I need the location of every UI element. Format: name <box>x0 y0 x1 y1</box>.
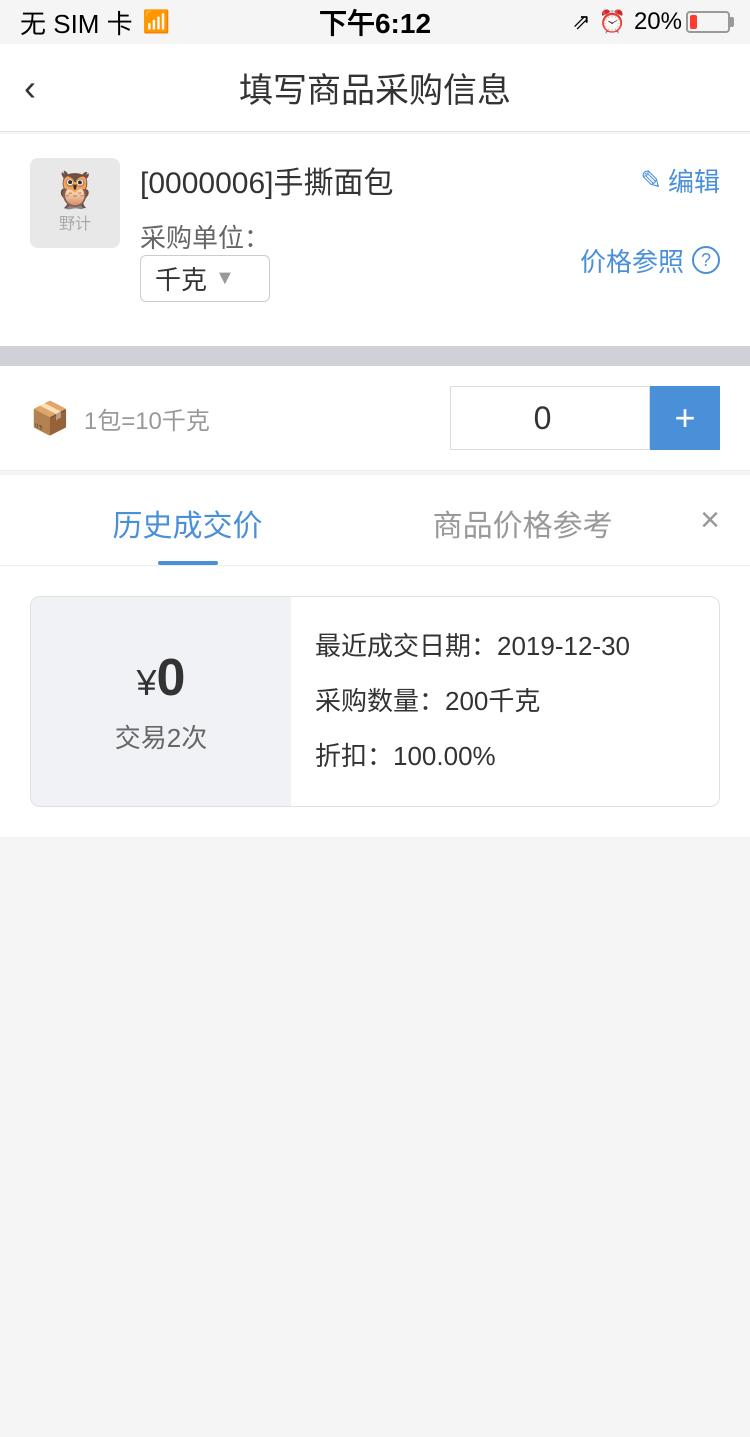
edit-button[interactable]: ✎ 编辑 <box>640 162 720 199</box>
tab-history-label: 历史成交价 <box>113 510 263 543</box>
tab-price-ref[interactable]: 商品价格参考 <box>355 475 690 565</box>
unit-select[interactable]: 千克 ▼ <box>140 255 270 302</box>
tab-price-ref-label: 商品价格参考 <box>433 510 613 543</box>
price-value: 0 <box>157 649 186 707</box>
qty-input[interactable] <box>450 386 650 450</box>
tab-header: 历史成交价 商品价格参考 × <box>0 475 750 566</box>
history-content: ¥0 交易2次 最近成交日期：2019-12-30 采购数量：200千克 折扣：… <box>0 566 750 837</box>
section-divider <box>0 346 750 366</box>
product-name-row: [0000006]手撕面包 ✎ 编辑 <box>140 158 720 202</box>
carrier-text: 无 SIM 卡 <box>20 4 133 41</box>
edit-label: 编辑 <box>668 162 720 199</box>
qty-row: 采购数量：200千克 <box>315 682 695 721</box>
product-name: [0000006]手撕面包 <box>140 158 393 202</box>
status-right: ⇗ ⏰ 20% <box>572 8 730 36</box>
card-price: ¥0 <box>137 648 186 708</box>
recent-date-label: 最近成交日期： <box>315 631 497 661</box>
price-ref-label: 价格参照 <box>580 242 684 279</box>
product-info: [0000006]手撕面包 ✎ 编辑 采购单位： 千克 ▼ 价格参照 ? <box>140 158 720 302</box>
qty-detail-label: 采购数量： <box>315 686 445 716</box>
location-icon: ⇗ <box>572 9 590 35</box>
unit-label: 采购单位： <box>140 223 270 253</box>
qty-detail-value: 200千克 <box>445 686 540 716</box>
main-content <box>0 837 750 1437</box>
product-section: 🦉 野计 [0000006]手撕面包 ✎ 编辑 采购单位： 千克 <box>0 134 750 346</box>
discount-row: 折扣：100.00% <box>315 737 695 776</box>
battery-fill <box>690 15 697 29</box>
price-ref-help-icon: ? <box>692 246 720 274</box>
card-right: 最近成交日期：2019-12-30 采购数量：200千克 折扣：100.00% <box>291 597 719 806</box>
product-logo-text: 野计 <box>59 210 91 234</box>
page-title: 填写商品采购信息 <box>239 63 511 112</box>
product-title: 手撕面包 <box>273 167 393 200</box>
discount-label: 折扣： <box>315 741 393 771</box>
chevron-down-icon: ▼ <box>215 267 235 290</box>
recent-date-row: 最近成交日期：2019-12-30 <box>315 627 695 666</box>
yen-symbol: ¥ <box>137 662 157 703</box>
battery-icon <box>686 11 730 33</box>
discount-value: 100.00% <box>393 741 496 771</box>
qty-plus-button[interactable]: + <box>650 386 720 450</box>
qty-section: 📦 1包=10千克 + <box>0 366 750 471</box>
product-id: [0000006] <box>140 167 273 200</box>
status-bar: 无 SIM 卡 📶 下午6:12 ⇗ ⏰ 20% <box>0 0 750 44</box>
unit-label-group: 采购单位： 千克 ▼ <box>140 218 270 302</box>
product-thumbnail: 🦉 野计 <box>30 158 120 248</box>
qty-right: + <box>450 386 720 450</box>
wifi-icon: 📶 <box>143 9 170 35</box>
trade-count: 交易2次 <box>115 718 207 755</box>
back-button[interactable]: ‹ <box>24 67 36 109</box>
battery: 20% <box>634 8 730 36</box>
unit-value: 千克 <box>155 260 207 297</box>
battery-percent: 20% <box>634 8 682 36</box>
history-card: ¥0 交易2次 最近成交日期：2019-12-30 采购数量：200千克 折扣：… <box>30 596 720 807</box>
pkg-ratio: 1包=10千克 <box>84 401 210 436</box>
recent-date-value: 2019-12-30 <box>497 631 630 661</box>
product-logo-icon: 🦉 <box>53 172 98 208</box>
tab-history[interactable]: 历史成交价 <box>20 475 355 565</box>
package-icon: 📦 <box>30 399 70 437</box>
price-ref-button[interactable]: 价格参照 ? <box>580 242 720 279</box>
status-carrier: 无 SIM 卡 📶 <box>20 4 170 41</box>
status-time: 下午6:12 <box>319 2 431 42</box>
alarm-icon: ⏰ <box>599 9 626 35</box>
tab-close-button[interactable]: × <box>690 491 730 550</box>
nav-bar: ‹ 填写商品采购信息 <box>0 44 750 132</box>
product-header: 🦉 野计 [0000006]手撕面包 ✎ 编辑 采购单位： 千克 <box>30 158 720 302</box>
card-left: ¥0 交易2次 <box>31 597 291 806</box>
product-unit-row: 采购单位： 千克 ▼ 价格参照 ? <box>140 218 720 302</box>
qty-left: 📦 1包=10千克 <box>30 399 210 437</box>
tab-panel: 历史成交价 商品价格参考 × ¥0 交易2次 最近成交日期：2019-12-30… <box>0 475 750 837</box>
edit-icon: ✎ <box>640 165 662 196</box>
